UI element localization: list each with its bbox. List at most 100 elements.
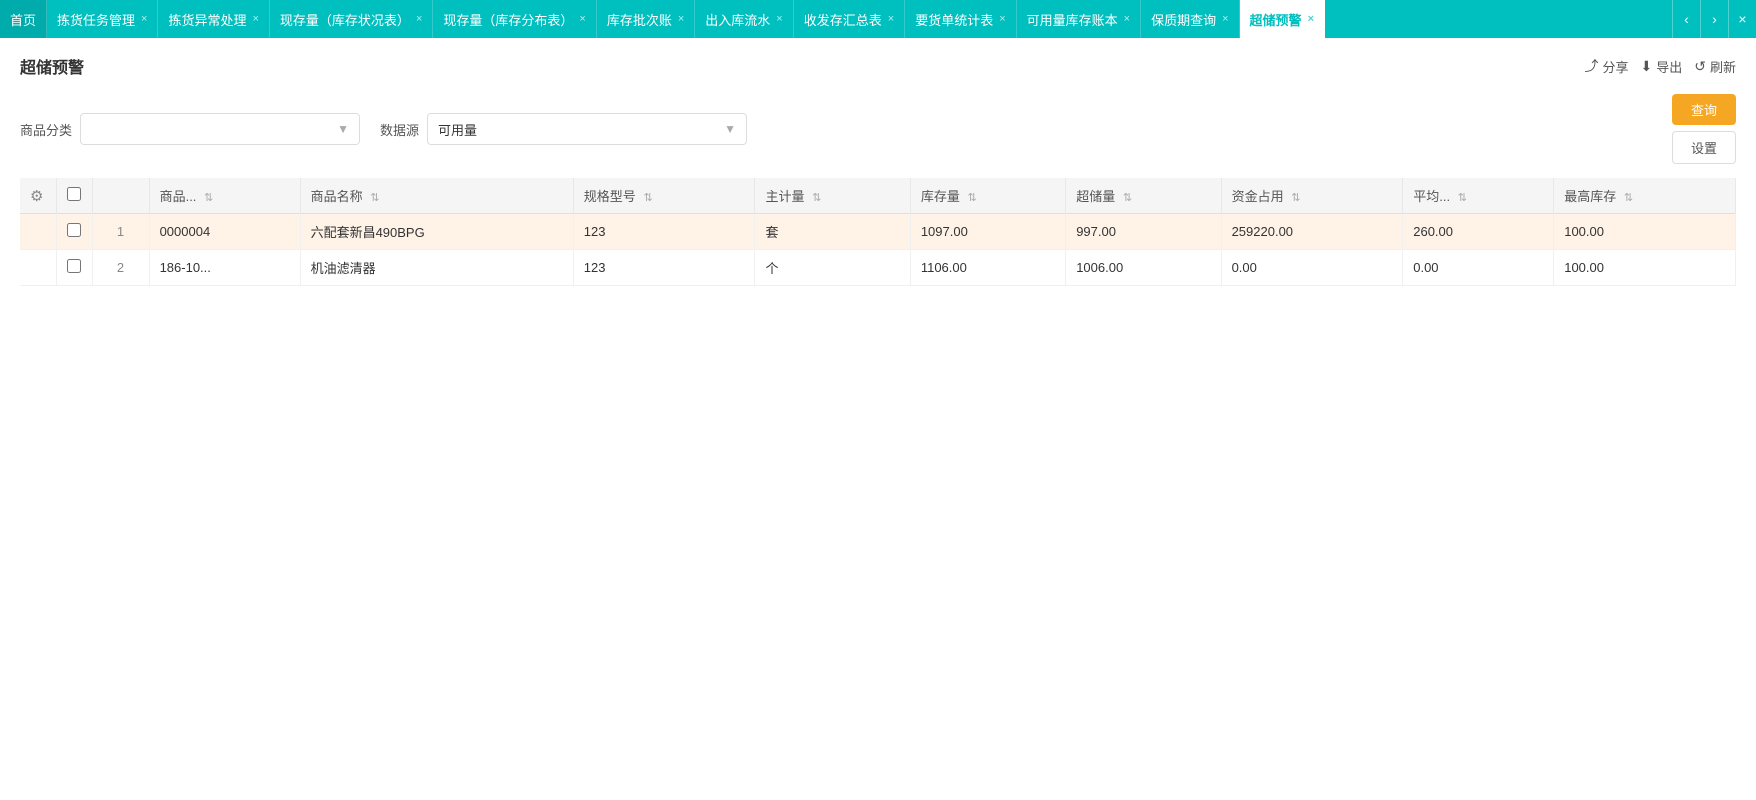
refresh-icon: ↺ — [1694, 58, 1706, 75]
close-flow-icon[interactable]: × — [776, 13, 782, 25]
share-button[interactable]: ⤴ 分享 — [1584, 56, 1628, 76]
settings-button[interactable]: 设置 — [1672, 131, 1736, 164]
row-code: 0000004 — [149, 214, 300, 250]
close-stock-status-icon[interactable]: × — [416, 13, 422, 25]
nav-item-overstock[interactable]: 超储预警 × — [1240, 0, 1325, 38]
col-avg: 平均... ⇅ — [1403, 178, 1554, 214]
close-summary-icon[interactable]: × — [888, 13, 894, 25]
export-icon: ⬇ — [1641, 58, 1653, 75]
nav-arrow-close[interactable]: × — [1728, 0, 1756, 38]
close-task-icon[interactable]: × — [141, 13, 147, 25]
row-checkbox-cell[interactable] — [56, 214, 92, 250]
datasource-value: 可用量 — [438, 120, 477, 139]
title-actions: ⤴ 分享 ⬇ 导出 ↺ 刷新 — [1584, 56, 1736, 76]
nav-item-stock-dist[interactable]: 现存量（库存分布表） × — [433, 0, 596, 38]
row-spec: 123 — [573, 214, 755, 250]
nav-item-summary[interactable]: 收发存汇总表 × — [794, 0, 905, 38]
row-avg: 260.00 — [1403, 214, 1554, 250]
col-stock: 库存量 ⇅ — [910, 178, 1065, 214]
row-name: 机油滤清器 — [300, 250, 573, 286]
col-name: 商品名称 ⇅ — [300, 178, 573, 214]
datasource-select[interactable]: 可用量 ▼ — [427, 113, 747, 145]
row-overstock: 1006.00 — [1066, 250, 1221, 286]
table-header-row: ⚙ 商品... ⇅ 商品名称 ⇅ 规格型号 ⇅ — [20, 178, 1736, 214]
col-overstock: 超储量 ⇅ — [1066, 178, 1221, 214]
datasource-arrow-icon: ▼ — [724, 122, 736, 136]
nav-item-batch[interactable]: 库存批次账 × — [597, 0, 695, 38]
datasource-label: 数据源 — [380, 120, 419, 139]
nav-item-expiry[interactable]: 保质期查询 × — [1141, 0, 1239, 38]
col-rownum — [92, 178, 149, 214]
sort-spec-icon[interactable]: ⇅ — [643, 191, 652, 204]
close-available-icon[interactable]: × — [1124, 13, 1130, 25]
row-checkbox-1[interactable] — [67, 259, 81, 273]
sort-stock-icon[interactable]: ⇅ — [967, 191, 976, 204]
refresh-button[interactable]: ↺ 刷新 — [1694, 57, 1736, 76]
query-button[interactable]: 查询 — [1672, 94, 1736, 125]
share-icon: ⤴ — [1584, 56, 1598, 76]
row-number: 1 — [92, 214, 149, 250]
close-stock-dist-icon[interactable]: × — [579, 13, 585, 25]
row-checkbox-0[interactable] — [67, 223, 81, 237]
sort-name-icon[interactable]: ⇅ — [370, 191, 379, 204]
close-overstock-icon[interactable]: × — [1308, 13, 1314, 25]
category-select[interactable]: ▼ — [80, 113, 360, 145]
nav-item-task[interactable]: 拣货任务管理 × — [47, 0, 158, 38]
top-nav: 首页 拣货任务管理 × 拣货异常处理 × 现存量（库存状况表） × 现存量（库存… — [0, 0, 1756, 38]
row-code: 186-10... — [149, 250, 300, 286]
col-unit: 主计量 ⇅ — [755, 178, 910, 214]
row-stock: 1106.00 — [910, 250, 1065, 286]
row-capital: 259220.00 — [1221, 214, 1403, 250]
nav-item-flow[interactable]: 出入库流水 × — [695, 0, 793, 38]
category-filter-group: 商品分类 ▼ — [20, 113, 360, 145]
nav-item-home[interactable]: 首页 — [0, 0, 47, 38]
sort-overstock-icon[interactable]: ⇅ — [1123, 191, 1132, 204]
col-spec: 规格型号 ⇅ — [573, 178, 755, 214]
datasource-filter-group: 数据源 可用量 ▼ — [380, 113, 747, 145]
row-capital: 0.00 — [1221, 250, 1403, 286]
export-button[interactable]: ⬇ 导出 — [1641, 57, 1683, 76]
col-maxstock: 最高库存 ⇅ — [1554, 178, 1736, 214]
col-code: 商品... ⇅ — [149, 178, 300, 214]
row-number: 2 — [92, 250, 149, 286]
close-batch-icon[interactable]: × — [678, 13, 684, 25]
nav-arrows: ‹ › × — [1672, 0, 1756, 38]
nav-item-order-stat[interactable]: 要货单统计表 × — [905, 0, 1016, 38]
nav-item-stock-status[interactable]: 现存量（库存状况表） × — [270, 0, 433, 38]
row-unit: 套 — [755, 214, 910, 250]
col-gear: ⚙ — [20, 178, 56, 214]
row-name: 六配套新昌490BPG — [300, 214, 573, 250]
filter-row: 商品分类 ▼ 数据源 可用量 ▼ 查询 设置 — [20, 94, 1736, 164]
page-content: 超储预警 ⤴ 分享 ⬇ 导出 ↺ 刷新 商品分类 ▼ 数据源 — [0, 38, 1756, 302]
row-overstock: 997.00 — [1066, 214, 1221, 250]
filter-buttons: 查询 设置 — [1672, 94, 1736, 164]
close-order-stat-icon[interactable]: × — [999, 13, 1005, 25]
category-arrow-icon: ▼ — [337, 122, 349, 136]
sort-code-icon[interactable]: ⇅ — [204, 191, 213, 204]
row-unit: 个 — [755, 250, 910, 286]
row-avg: 0.00 — [1403, 250, 1554, 286]
table-gear-icon[interactable]: ⚙ — [30, 188, 43, 205]
sort-maxstock-icon[interactable]: ⇅ — [1624, 191, 1633, 204]
category-label: 商品分类 — [20, 120, 72, 139]
row-settings-cell — [20, 250, 56, 286]
nav-arrow-right[interactable]: › — [1700, 0, 1728, 38]
col-capital: 资金占用 ⇅ — [1221, 178, 1403, 214]
nav-item-abnormal[interactable]: 拣货异常处理 × — [158, 0, 269, 38]
close-abnormal-icon[interactable]: × — [252, 13, 258, 25]
row-settings-cell — [20, 214, 56, 250]
sort-avg-icon[interactable]: ⇅ — [1458, 191, 1467, 204]
row-spec: 123 — [573, 250, 755, 286]
page-title-row: 超储预警 ⤴ 分享 ⬇ 导出 ↺ 刷新 — [20, 54, 1736, 78]
row-maxstock: 100.00 — [1554, 214, 1736, 250]
row-checkbox-cell[interactable] — [56, 250, 92, 286]
nav-arrow-left[interactable]: ‹ — [1672, 0, 1700, 38]
row-maxstock: 100.00 — [1554, 250, 1736, 286]
sort-unit-icon[interactable]: ⇅ — [812, 191, 821, 204]
sort-capital-icon[interactable]: ⇅ — [1291, 191, 1300, 204]
select-all-checkbox[interactable] — [67, 187, 81, 201]
close-expiry-icon[interactable]: × — [1222, 13, 1228, 25]
col-checkbox — [56, 178, 92, 214]
nav-item-available[interactable]: 可用量库存账本 × — [1017, 0, 1141, 38]
row-stock: 1097.00 — [910, 214, 1065, 250]
